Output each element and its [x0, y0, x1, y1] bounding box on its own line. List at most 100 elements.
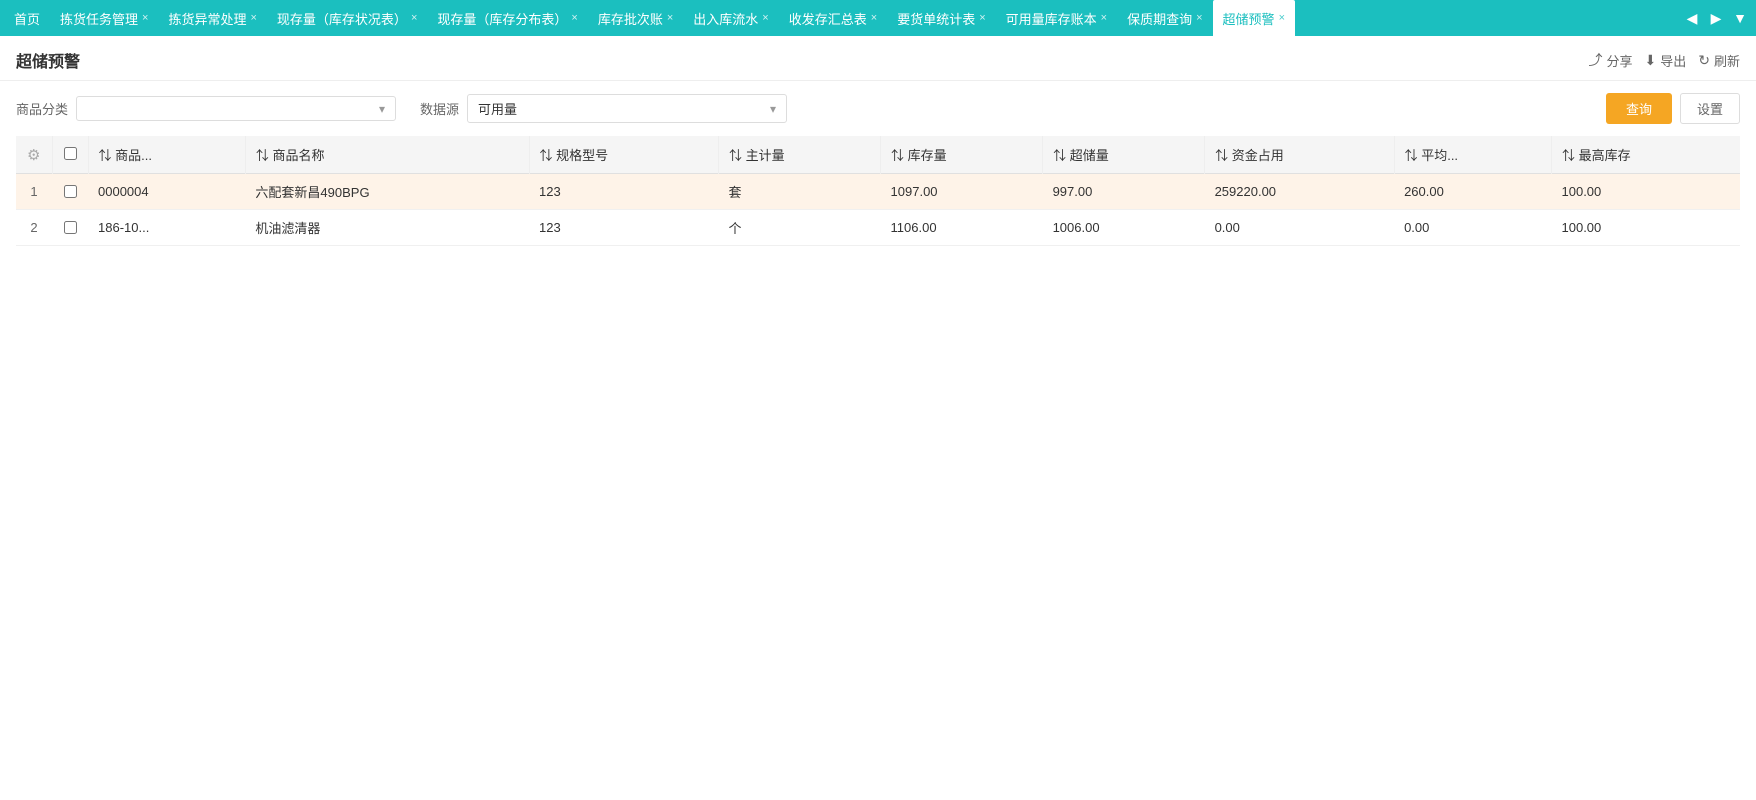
nav-item-close-5[interactable]: ×	[667, 12, 673, 24]
row-product-code-1: 186-10...	[88, 210, 245, 246]
category-select[interactable]: ▾	[76, 96, 396, 121]
export-button[interactable]: ⬇ 导出	[1645, 51, 1687, 70]
col-product-name-header[interactable]: ⇅ 商品名称	[245, 136, 529, 174]
export-label: 导出	[1660, 51, 1686, 70]
col-overstock-sort-icon: ⇅	[1053, 148, 1066, 163]
nav-item-label-5: 库存批次账	[598, 9, 663, 28]
row-avg-0: 260.00	[1394, 174, 1551, 210]
nav-item-6[interactable]: 出入库流水 ×	[683, 0, 778, 36]
nav-item-close-9[interactable]: ×	[1101, 12, 1107, 24]
nav-item-label-6: 出入库流水	[693, 9, 758, 28]
row-checkbox-0[interactable]	[64, 185, 77, 198]
col-avg-header[interactable]: ⇅ 平均...	[1394, 136, 1551, 174]
col-product-name-sort-icon: ⇅	[256, 148, 269, 163]
nav-item-label-9: 可用量库存账本	[1006, 9, 1097, 28]
col-stock-header[interactable]: ⇅ 库存量	[881, 136, 1043, 174]
col-product-code-header[interactable]: ⇅ 商品...	[88, 136, 245, 174]
nav-item-4[interactable]: 现存量（库存分布表） ×	[427, 0, 587, 36]
col-checkbox-header[interactable]	[52, 136, 88, 174]
nav-item-10[interactable]: 保质期查询 ×	[1117, 0, 1212, 36]
row-stock-1: 1106.00	[881, 210, 1043, 246]
filter-actions: 查询 设置	[1606, 93, 1740, 124]
row-product-code-0: 0000004	[88, 174, 245, 210]
refresh-button[interactable]: ↻ 刷新	[1698, 51, 1740, 70]
col-avg-sort-icon: ⇅	[1405, 148, 1418, 163]
nav-item-close-11[interactable]: ×	[1279, 12, 1285, 24]
nav-item-close-8[interactable]: ×	[979, 12, 985, 24]
table-row: 2 186-10... 机油滤清器 123 个 1106.00 1006.00 …	[16, 210, 1740, 246]
row-stock-0: 1097.00	[881, 174, 1043, 210]
gear-icon[interactable]: ⚙	[27, 147, 40, 164]
settings-button[interactable]: 设置	[1680, 93, 1740, 124]
category-select-text	[87, 101, 91, 116]
refresh-icon: ↻	[1698, 52, 1710, 69]
nav-item-5[interactable]: 库存批次账 ×	[588, 0, 683, 36]
filter-area: 商品分类 ▾ 数据源 可用量 ▾ 查询 设置	[0, 81, 1756, 136]
col-stock-sort-icon: ⇅	[891, 148, 904, 163]
nav-item-11[interactable]: 超储预警 ×	[1213, 0, 1295, 36]
col-unit-header[interactable]: ⇅ 主计量	[719, 136, 881, 174]
nav-item-close-10[interactable]: ×	[1196, 12, 1202, 24]
nav-item-close-7[interactable]: ×	[871, 12, 877, 24]
export-icon: ⬇	[1645, 52, 1657, 69]
row-overstock-1: 1006.00	[1043, 210, 1205, 246]
table-row: 1 0000004 六配套新昌490BPG 123 套 1097.00 997.…	[16, 174, 1740, 210]
col-max-stock-header[interactable]: ⇅ 最高库存	[1552, 136, 1741, 174]
datasource-filter: 数据源 可用量 ▾	[420, 94, 787, 123]
col-spec-sort-icon: ⇅	[540, 148, 553, 163]
col-spec-header[interactable]: ⇅ 规格型号	[529, 136, 719, 174]
row-checkbox-1[interactable]	[64, 221, 77, 234]
col-gear-header[interactable]: ⚙	[16, 136, 52, 174]
nav-item-2[interactable]: 拣货异常处理×	[158, 0, 266, 36]
nav-item-8[interactable]: 要货单统计表×	[887, 0, 995, 36]
share-button[interactable]: ⤴ 分享	[1588, 50, 1632, 70]
row-index-1: 2	[16, 210, 52, 246]
row-checkbox-cell-0[interactable]	[52, 174, 88, 210]
row-max-stock-1: 100.00	[1552, 210, 1741, 246]
row-product-name-0: 六配套新昌490BPG	[245, 174, 529, 210]
nav-next-arrow[interactable]: ▶	[1704, 0, 1728, 36]
nav-item-close-4[interactable]: ×	[571, 12, 577, 24]
nav-item-label-4: 现存量（库存分布表）	[437, 9, 567, 28]
nav-more-arrow[interactable]: ▼	[1728, 0, 1752, 36]
col-overstock-header[interactable]: ⇅ 超储量	[1043, 136, 1205, 174]
datasource-select[interactable]: 可用量 ▾	[467, 94, 787, 123]
nav-item-7[interactable]: 收发存汇总表 ×	[779, 0, 887, 36]
nav-item-1[interactable]: 拣货任务管理 ×	[50, 0, 158, 36]
overstock-table: ⚙ ⇅ 商品... ⇅ 商品名称 ⇅ 规格型号 ⇅	[16, 136, 1740, 246]
nav-item-close-6[interactable]: ×	[762, 12, 768, 24]
header-actions: ⤴ 分享 ⬇ 导出 ↻ 刷新	[1588, 50, 1740, 70]
nav-item-label-7: 收发存汇总表	[789, 9, 867, 28]
nav-item-label-11: 超储预警	[1223, 9, 1275, 28]
nav-item-9[interactable]: 可用量库存账本 ×	[996, 0, 1117, 36]
row-spec-1: 123	[529, 210, 719, 246]
category-dropdown-icon: ▾	[379, 102, 385, 116]
row-unit-0: 套	[719, 174, 881, 210]
table-wrapper: ⚙ ⇅ 商品... ⇅ 商品名称 ⇅ 规格型号 ⇅	[0, 136, 1756, 246]
select-all-checkbox[interactable]	[64, 147, 77, 160]
nav-prev-arrow[interactable]: ◀	[1680, 0, 1704, 36]
nav-item-close-3[interactable]: ×	[411, 12, 417, 24]
refresh-label: 刷新	[1714, 51, 1740, 70]
nav-item-close-2[interactable]: ×	[250, 12, 256, 24]
col-product-code-sort-icon: ⇅	[99, 148, 112, 163]
col-max-stock-sort-icon: ⇅	[1562, 148, 1575, 163]
nav-item-label-10: 保质期查询	[1127, 9, 1192, 28]
row-avg-1: 0.00	[1394, 210, 1551, 246]
top-navigation: 首页拣货任务管理×拣货异常处理×现存量（库存状况表）×现存量（库存分布表）×库存…	[0, 0, 1756, 36]
nav-item-3[interactable]: 现存量（库存状况表）×	[267, 0, 427, 36]
table-header-row: ⚙ ⇅ 商品... ⇅ 商品名称 ⇅ 规格型号 ⇅	[16, 136, 1740, 174]
nav-item-label-1: 拣货任务管理	[60, 9, 138, 28]
row-capital-1: 0.00	[1205, 210, 1395, 246]
row-spec-0: 123	[529, 174, 719, 210]
query-button[interactable]: 查询	[1606, 93, 1672, 124]
row-checkbox-cell-1[interactable]	[52, 210, 88, 246]
nav-item-0[interactable]: 首页	[4, 0, 50, 36]
col-capital-sort-icon: ⇅	[1215, 148, 1228, 163]
row-index-0: 1	[16, 174, 52, 210]
datasource-dropdown-icon: ▾	[770, 102, 776, 116]
nav-item-close-1[interactable]: ×	[142, 12, 148, 24]
col-capital-header[interactable]: ⇅ 资金占用	[1205, 136, 1395, 174]
datasource-select-text: 可用量	[478, 99, 517, 118]
row-overstock-0: 997.00	[1043, 174, 1205, 210]
